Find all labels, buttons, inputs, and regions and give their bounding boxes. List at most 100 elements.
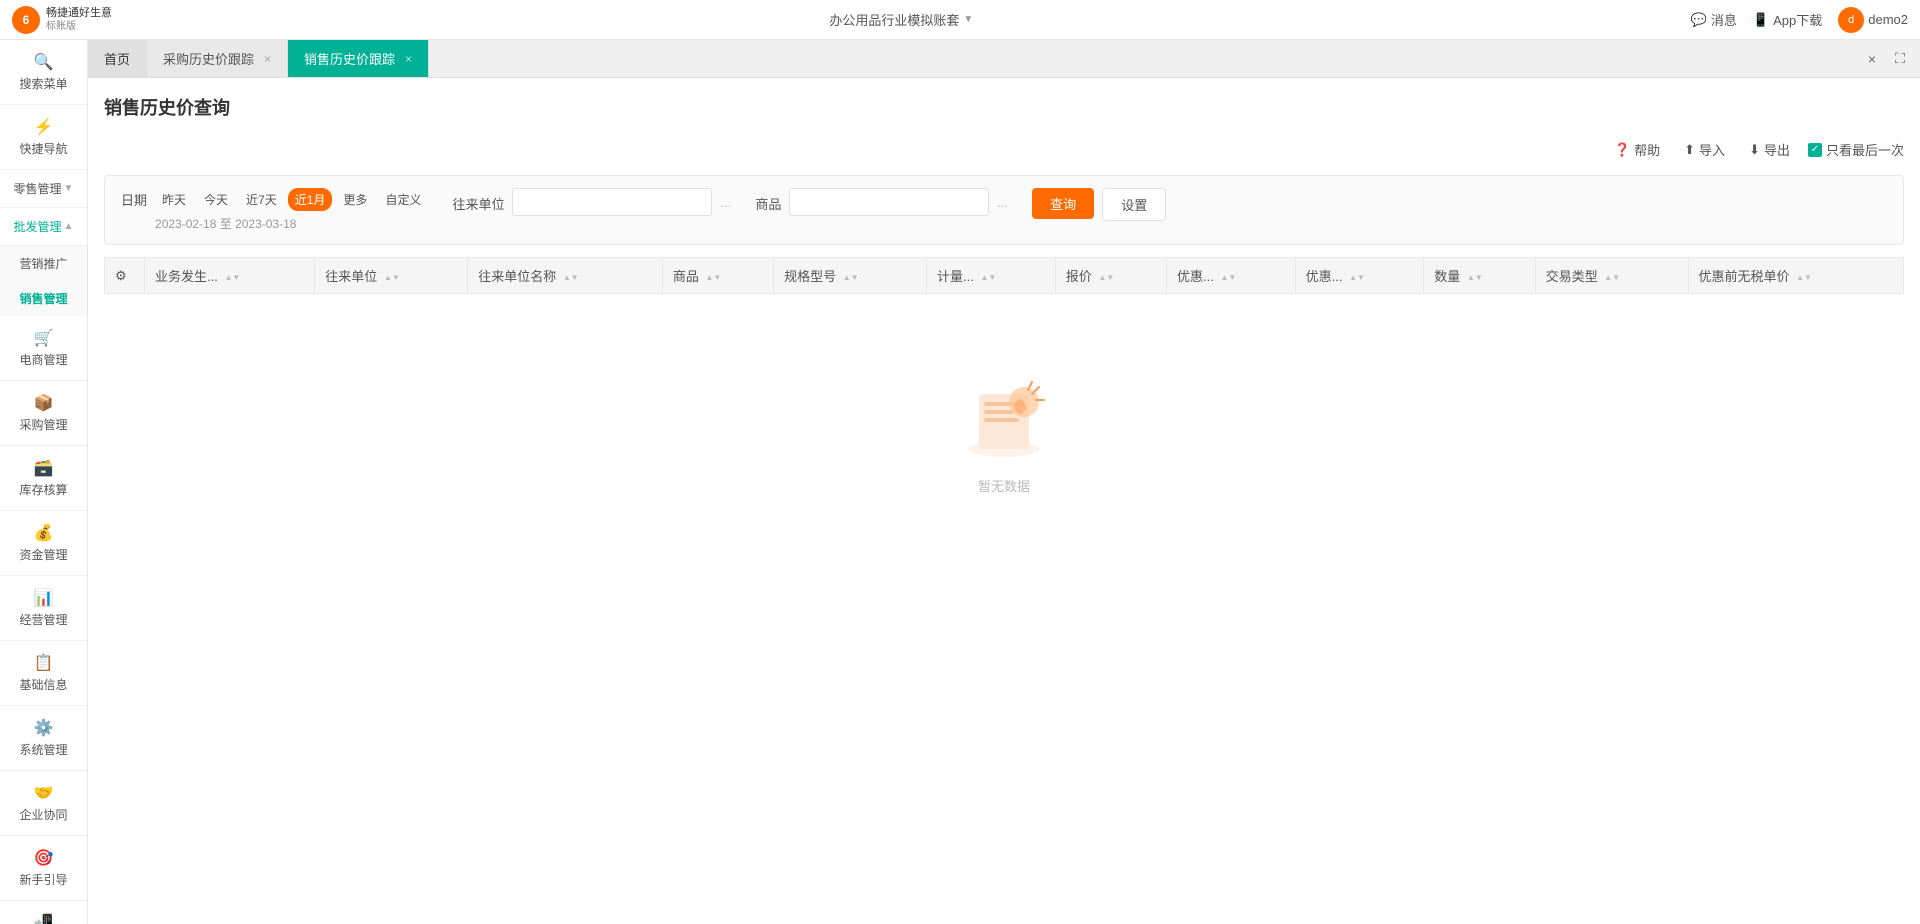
sidebar-item-sys-mgmt[interactable]: ⚙️ 系统管理 — [0, 706, 87, 771]
sidebar-item-inventory[interactable]: 🗃️ 库存核算 — [0, 446, 87, 511]
nav-icon: ⚡ — [34, 117, 54, 137]
date-filter-label: 日期 — [121, 188, 147, 209]
help-button[interactable]: ❓ 帮助 — [1608, 136, 1666, 163]
date-1month[interactable]: 近1月 — [288, 188, 333, 211]
only-last-checkbox-label[interactable]: ✓ 只看最后一次 — [1808, 140, 1904, 159]
message-button[interactable]: 💬 消息 — [1691, 10, 1737, 29]
sidebar-item-search-menu[interactable]: 🔍 搜索菜单 — [0, 40, 87, 105]
partner-filter-group: 往来单位 ... — [452, 188, 731, 216]
account-selector[interactable]: 办公用品行业模拟账套 ▼ — [829, 10, 973, 29]
ops-icon: 📊 — [34, 588, 54, 608]
user-menu[interactable]: d demo2 — [1838, 7, 1908, 33]
query-button[interactable]: 查询 — [1032, 188, 1094, 219]
sidebar-item-retail-mgmt[interactable]: 零售管理 ▼ — [0, 170, 87, 208]
tab-bar: 首页 采购历史价跟踪 × 销售历史价跟踪 × × ⛶ — [88, 40, 1920, 78]
tab-close-purchase[interactable]: × — [264, 52, 271, 66]
header-center[interactable]: 办公用品行业模拟账套 ▼ — [829, 10, 973, 29]
goods-filter-label: 商品 — [755, 192, 781, 213]
goods-dots: ... — [997, 195, 1008, 210]
tab-purchase-history[interactable]: 采购历史价跟踪 × — [147, 40, 288, 77]
export-icon: ⬇ — [1749, 142, 1760, 158]
col-trade-type[interactable]: 交易类型 ▲▼ — [1535, 258, 1688, 294]
sort-icon: ▲▼ — [563, 273, 579, 282]
logo-area: 6 畅捷通好生意 标账版 — [12, 6, 112, 34]
settings-button[interactable]: 设置 — [1102, 188, 1166, 221]
col-quote[interactable]: 报价 ▲▼ — [1055, 258, 1166, 294]
sidebar-subitem-sales-mgmt[interactable]: 销售管理 — [0, 281, 87, 316]
empty-state: 暂无数据 — [104, 294, 1904, 575]
sort-icon: ▲▼ — [705, 273, 721, 282]
tab-actions: × ⛶ — [1860, 40, 1920, 77]
sidebar-item-app-center[interactable]: 📲 应用中心 — [0, 901, 87, 924]
sidebar-item-finance[interactable]: 💰 资金管理 — [0, 511, 87, 576]
header-left: 6 畅捷通好生意 标账版 — [12, 6, 112, 34]
sort-icon: ▲▼ — [843, 273, 859, 282]
data-table: ⚙ 业务发生... ▲▼ 往来单位 ▲▼ 往来单位名称 ▲▼ — [104, 257, 1904, 294]
sort-icon: ▲▼ — [1220, 273, 1236, 282]
date-yesterday[interactable]: 昨天 — [155, 188, 193, 211]
sidebar-item-corp-collab[interactable]: 🤝 企业协同 — [0, 771, 87, 836]
col-quantity[interactable]: 数量 ▲▼ — [1424, 258, 1535, 294]
empty-illustration — [954, 374, 1054, 464]
sidebar-item-basic-info[interactable]: 📋 基础信息 — [0, 641, 87, 706]
sidebar-item-quick-nav[interactable]: ⚡ 快捷导航 — [0, 105, 87, 170]
date-more[interactable]: 更多 — [336, 188, 374, 211]
sidebar-subitem-marketing[interactable]: 营销推广 — [0, 246, 87, 281]
empty-text: 暂无数据 — [978, 476, 1030, 495]
sort-icon: ▲▼ — [1098, 273, 1114, 282]
avatar: d — [1838, 7, 1864, 33]
tab-fullscreen-button[interactable]: ⛶ — [1888, 47, 1912, 71]
col-goods[interactable]: 商品 ▲▼ — [662, 258, 773, 294]
logo-icon: 6 — [12, 6, 40, 34]
only-last-checkbox[interactable]: ✓ — [1808, 143, 1822, 157]
partner-filter-label: 往来单位 — [452, 192, 504, 213]
col-discount1[interactable]: 优惠... ▲▼ — [1166, 258, 1295, 294]
sort-icon: ▲▼ — [384, 273, 400, 282]
col-pre-tax-price[interactable]: 优惠前无税单价 ▲▼ — [1688, 258, 1904, 294]
newbie-icon: 🎯 — [34, 848, 54, 868]
sidebar-item-newbie[interactable]: 🎯 新手引导 — [0, 836, 87, 901]
tab-close-all-button[interactable]: × — [1860, 47, 1884, 71]
sidebar-item-ops[interactable]: 📊 经营管理 — [0, 576, 87, 641]
col-unit[interactable]: 计量... ▲▼ — [927, 258, 1056, 294]
help-icon: ❓ — [1614, 142, 1630, 158]
tab-sales-history[interactable]: 销售历史价跟踪 × — [288, 40, 429, 77]
settings-icon: ⚙ — [115, 268, 127, 283]
sort-icon: ▲▼ — [1349, 273, 1365, 282]
partner-dots: ... — [720, 195, 731, 210]
export-button[interactable]: ⬇ 导出 — [1743, 136, 1796, 163]
date-custom[interactable]: 自定义 — [378, 188, 428, 211]
col-settings[interactable]: ⚙ — [105, 258, 145, 294]
app-icon: 📲 — [34, 913, 54, 924]
date-7days[interactable]: 近7天 — [239, 188, 284, 211]
tab-close-sales[interactable]: × — [405, 52, 412, 66]
tab-home[interactable]: 首页 — [88, 40, 147, 77]
goods-input[interactable] — [789, 188, 989, 216]
import-button[interactable]: ⬆ 导入 — [1678, 136, 1731, 163]
ecommerce-icon: 🛒 — [34, 328, 54, 348]
chevron-up-icon: ▲ — [64, 221, 74, 232]
search-icon: 🔍 — [34, 52, 54, 72]
toolbar: ❓ 帮助 ⬆ 导入 ⬇ 导出 ✓ 只看最后一次 — [104, 136, 1904, 163]
sidebar-item-purchase[interactable]: 📦 采购管理 — [0, 381, 87, 446]
partner-input[interactable] — [512, 188, 712, 216]
sidebar: 🔍 搜索菜单 ⚡ 快捷导航 零售管理 ▼ 批发管理 ▲ 营销推广 销售管理 🛒 … — [0, 40, 88, 924]
col-discount2[interactable]: 优惠... ▲▼ — [1295, 258, 1424, 294]
purchase-icon: 📦 — [34, 393, 54, 413]
col-biz-date[interactable]: 业务发生... ▲▼ — [145, 258, 315, 294]
app-download-button[interactable]: 📱 App下载 — [1753, 10, 1822, 29]
page-title: 销售历史价查询 — [104, 94, 1904, 120]
col-partner-name[interactable]: 往来单位名称 ▲▼ — [468, 258, 663, 294]
col-spec[interactable]: 规格型号 ▲▼ — [774, 258, 927, 294]
col-partner-code[interactable]: 往来单位 ▲▼ — [315, 258, 468, 294]
date-filter-group: 日期 昨天 今天 近7天 近1月 更多 自定义 2023-02-18 至 202… — [121, 188, 428, 232]
table-header-row: ⚙ 业务发生... ▲▼ 往来单位 ▲▼ 往来单位名称 ▲▼ — [105, 258, 1904, 294]
sort-icon: ▲▼ — [1467, 273, 1483, 282]
header-bar: 6 畅捷通好生意 标账版 办公用品行业模拟账套 ▼ 💬 消息 📱 App下载 d… — [0, 0, 1920, 40]
sidebar-item-wholesale-mgmt[interactable]: 批发管理 ▲ — [0, 208, 87, 246]
sys-icon: ⚙️ — [34, 718, 54, 738]
finance-icon: 💰 — [34, 523, 54, 543]
sidebar-item-ecommerce[interactable]: 🛒 电商管理 — [0, 316, 87, 381]
main-layout: 🔍 搜索菜单 ⚡ 快捷导航 零售管理 ▼ 批发管理 ▲ 营销推广 销售管理 🛒 … — [0, 40, 1920, 924]
date-today[interactable]: 今天 — [197, 188, 235, 211]
